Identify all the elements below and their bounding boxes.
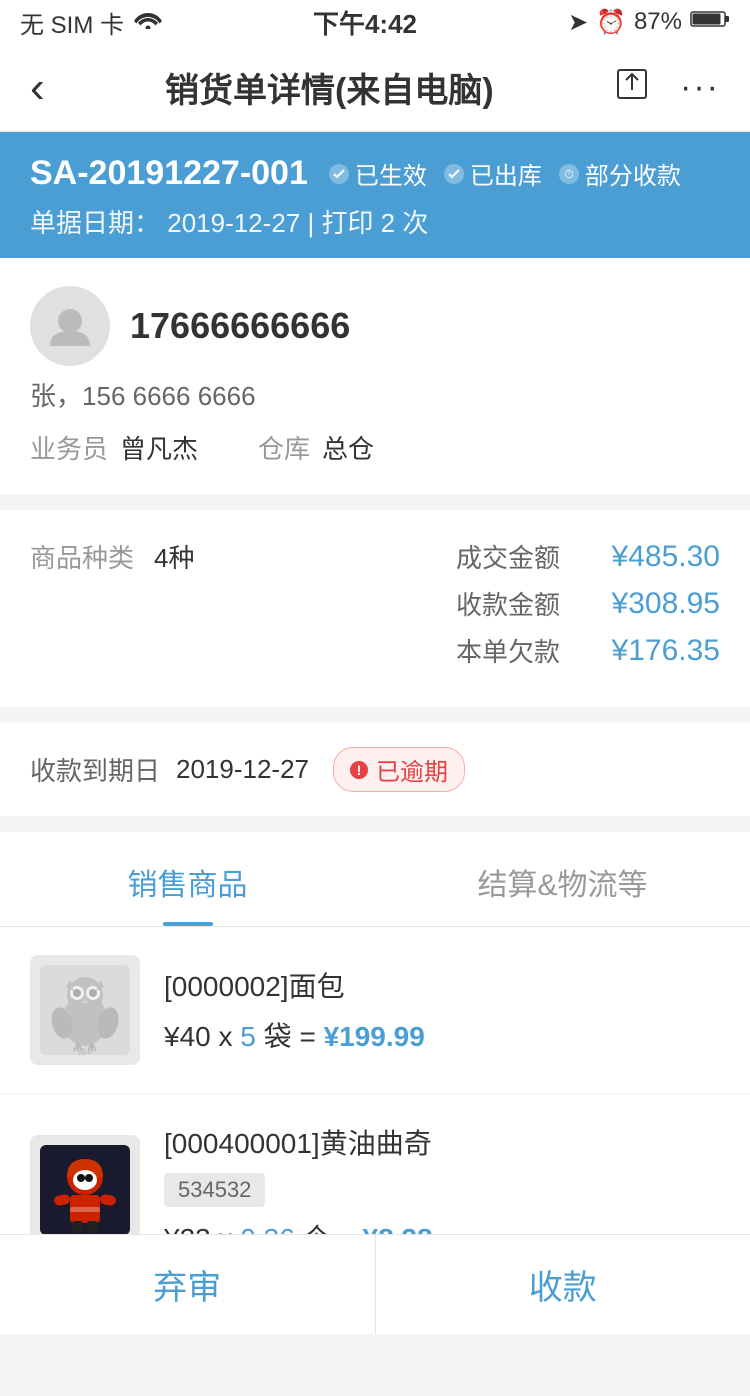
product-name-2: [000400001]黄油曲奇 (164, 1122, 720, 1162)
bottom-bar: 弃审 收款 (0, 1234, 750, 1334)
warehouse-item: 仓库 总仓 (258, 429, 374, 466)
summary-right: 成交金额 ¥485.30 收款金额 ¥308.95 本单欠款 ¥176.35 (456, 538, 720, 679)
customer-section: 17666666666 张，156 6666 6666 业务员 曾凡杰 仓库 总… (0, 258, 750, 494)
tab-products[interactable]: 销售商品 (0, 832, 375, 926)
product-thumb-2 (30, 1135, 140, 1245)
collected-amount-value: ¥308.95 (580, 587, 720, 621)
status-tags: 已生效 已出库 ⏱ 部分收款 (328, 156, 681, 191)
wifi-icon (134, 8, 162, 36)
product-name-1: [0000002]面包 (164, 965, 720, 1005)
more-icon[interactable]: ··· (680, 68, 720, 107)
share-icon[interactable] (614, 66, 650, 110)
warehouse-value: 总仓 (322, 429, 374, 466)
status-partial-payment: ⏱ 部分收款 (558, 156, 681, 191)
summary-section: 商品种类 4种 成交金额 ¥485.30 收款金额 ¥308.95 本单欠款 ¥… (0, 510, 750, 707)
status-shipped: 已出库 (443, 156, 542, 191)
salesperson-item: 业务员 曾凡杰 (30, 429, 198, 466)
collected-amount-row: 收款金额 ¥308.95 (456, 585, 720, 622)
battery-text: 87% (634, 8, 682, 36)
tabs-section: 销售商品 结算&物流等 (0, 832, 750, 927)
due-date-label: 收款到期日 (30, 751, 160, 788)
debt-amount-value: ¥176.35 (580, 634, 720, 668)
customer-phone: 17666666666 (130, 305, 350, 347)
product-badge-2: 534532 (164, 1173, 265, 1207)
collect-payment-button[interactable]: 收款 (376, 1235, 750, 1334)
svg-text:品+: 品+ (79, 1048, 92, 1055)
product-total-1: ¥199.99 (324, 1021, 425, 1052)
collected-amount-label: 收款金额 (456, 585, 560, 622)
status-effective: 已生效 (328, 156, 427, 191)
summary-left: 商品种类 4种 (30, 538, 194, 579)
nav-bar: ‹ 销货单详情(来自电脑) ··· (0, 44, 750, 132)
tabs-row: 销售商品 结算&物流等 (0, 832, 750, 927)
tab-settlement[interactable]: 结算&物流等 (375, 832, 750, 926)
nav-right-actions: ··· (614, 66, 720, 110)
warehouse-label: 仓库 (258, 429, 310, 466)
status-time: 下午4:42 (313, 4, 417, 41)
status-left: 无 SIM 卡 (20, 5, 162, 40)
svg-text:⏱: ⏱ (564, 167, 573, 181)
product-type-value: 4种 (154, 538, 194, 575)
customer-info: 17666666666 (130, 305, 350, 347)
product-list: 品+ [0000002]面包 ¥40 x 5 袋 = ¥199.99 (0, 927, 750, 1286)
due-date-value: 2019-12-27 (176, 754, 309, 785)
order-date-row: 单据日期： 2019-12-27 | 打印 2 次 (30, 203, 720, 240)
product-info-1: [0000002]面包 ¥40 x 5 袋 = ¥199.99 (164, 965, 720, 1055)
trading-amount-label: 成交金额 (456, 538, 560, 575)
list-item: 品+ [0000002]面包 ¥40 x 5 袋 = ¥199.99 (0, 927, 750, 1094)
order-id-row: SA-20191227-001 已生效 已出库 ⏱ 部分收款 (30, 154, 720, 193)
overdue-text: 已逾期 (376, 752, 448, 787)
due-date-section: 收款到期日 2019-12-27 ! 已逾期 (0, 723, 750, 816)
location-icon: ➤ (568, 8, 588, 37)
overdue-dot-icon: ! (350, 761, 368, 779)
back-button[interactable]: ‹ (30, 63, 45, 113)
product-price-1: ¥40 x 5 袋 = ¥199.99 (164, 1015, 720, 1055)
customer-details: 业务员 曾凡杰 仓库 总仓 (30, 429, 720, 466)
order-id: SA-20191227-001 (30, 154, 308, 193)
product-type-label: 商品种类 (30, 538, 134, 575)
avatar (30, 286, 110, 366)
customer-name-phone: 张，156 6666 6666 (30, 376, 720, 413)
debt-amount-row: 本单欠款 ¥176.35 (456, 632, 720, 669)
product-qty-1: 5 (240, 1021, 256, 1052)
page-title: 销货单详情(来自电脑) (165, 63, 494, 112)
trading-amount-row: 成交金额 ¥485.30 (456, 538, 720, 575)
status-bar: 无 SIM 卡 下午4:42 ➤ ⏰ 87% (0, 0, 750, 44)
product-thumb-1: 品+ (30, 955, 140, 1065)
overdue-badge: ! 已逾期 (333, 747, 465, 792)
sim-text: 无 SIM 卡 (20, 5, 124, 40)
salesperson-label: 业务员 (30, 429, 108, 466)
customer-row: 17666666666 (30, 286, 720, 366)
product-type-item: 商品种类 4种 (30, 538, 194, 575)
trading-amount-value: ¥485.30 (580, 540, 720, 574)
alarm-icon: ⏰ (596, 8, 626, 37)
status-right: ➤ ⏰ 87% (568, 8, 730, 37)
salesperson-value: 曾凡杰 (120, 429, 198, 466)
battery-icon (690, 8, 730, 36)
debt-amount-label: 本单欠款 (456, 632, 560, 669)
order-header: SA-20191227-001 已生效 已出库 ⏱ 部分收款 单据日期： 201… (0, 132, 750, 258)
cancel-review-button[interactable]: 弃审 (0, 1235, 376, 1334)
